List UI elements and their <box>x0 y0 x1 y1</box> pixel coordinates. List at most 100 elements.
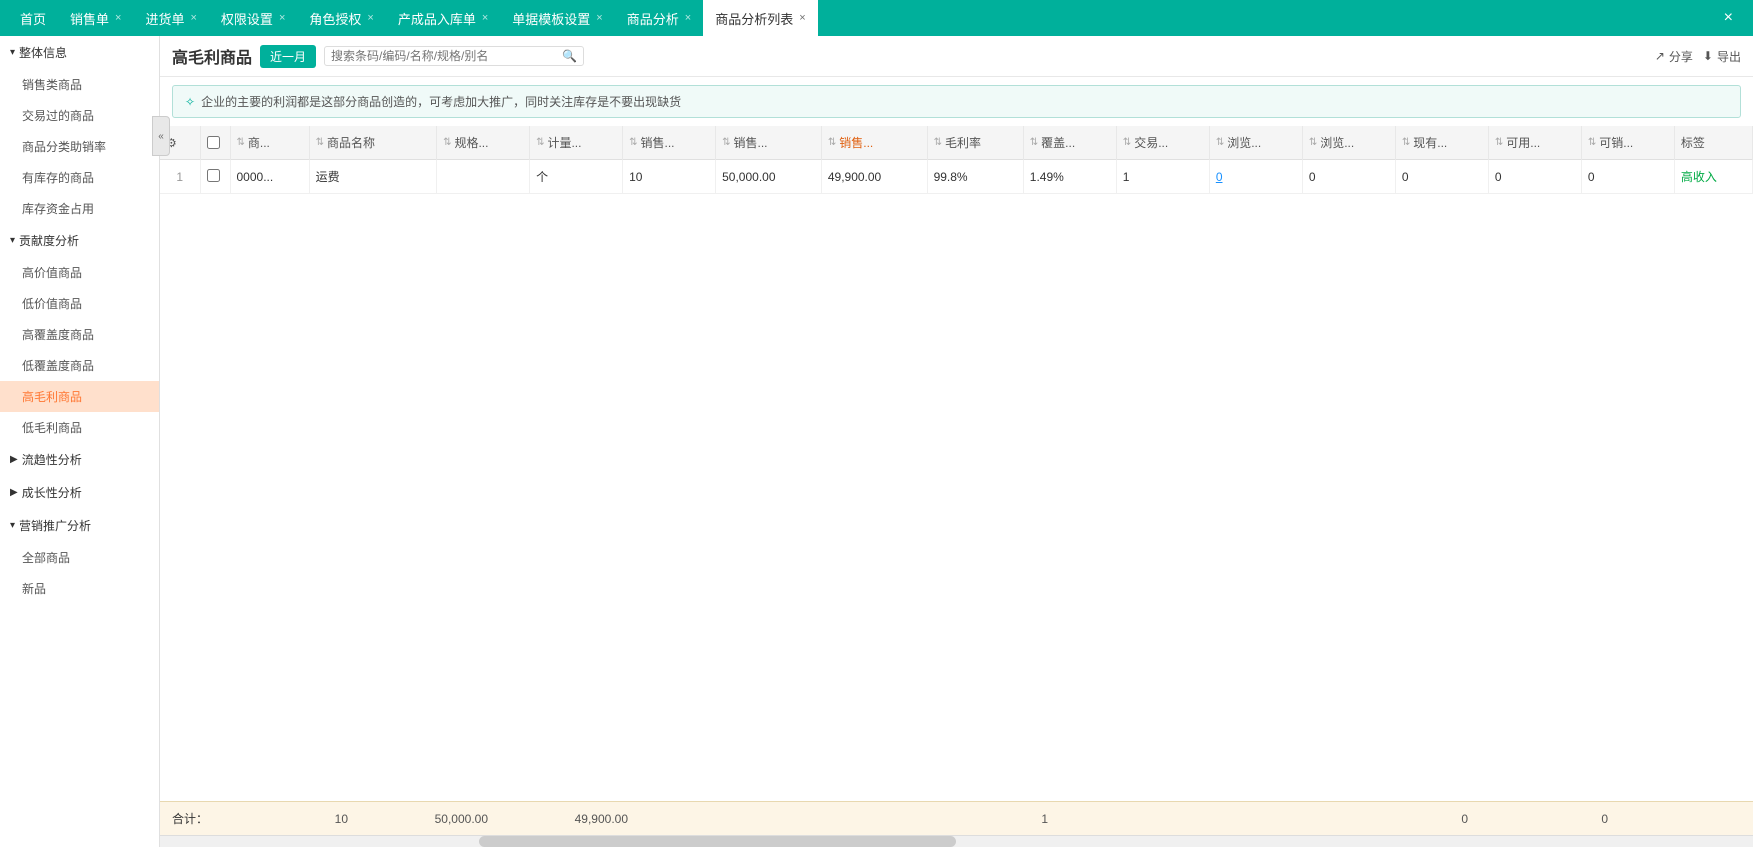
close-sales-tab[interactable]: × <box>115 12 121 24</box>
th-code-sort-icon: ⇅ <box>237 137 245 148</box>
share-icon: ↗ <box>1655 49 1665 63</box>
row-gross-margin: 99.8% <box>927 160 1023 194</box>
nav-roles[interactable]: 角色授权 × <box>297 0 385 36</box>
nav-purchase[interactable]: 进货单 × <box>133 0 208 36</box>
sidebar-item-low-coverage[interactable]: 低覆盖度商品 <box>0 350 159 381</box>
nav-product-analysis[interactable]: 商品分析 × <box>615 0 703 36</box>
sidebar-item-category-rate[interactable]: 商品分类助销率 <box>0 131 159 162</box>
footer-available: 0 <box>1528 812 1608 826</box>
select-all-checkbox[interactable] <box>207 136 220 149</box>
sidebar-item-all-goods[interactable]: 全部商品 <box>0 542 159 573</box>
sidebar-collapse-button[interactable]: « <box>152 116 170 156</box>
sidebar-item-sales-goods[interactable]: 销售类商品 <box>0 69 159 100</box>
th-sales1-sort-icon: ⇅ <box>629 137 637 148</box>
th-sales2[interactable]: ⇅ 销售... <box>716 126 822 160</box>
th-spec-sort-icon: ⇅ <box>443 137 451 148</box>
content-area: 高毛利商品 近一月 🔍 ↗ 分享 ⬇ 导出 <box>160 36 1753 847</box>
th-browse1[interactable]: ⇅ 浏览... <box>1209 126 1302 160</box>
th-name[interactable]: ⇅ 商品名称 <box>309 126 436 160</box>
th-available[interactable]: ⇅ 可用... <box>1488 126 1581 160</box>
page-title: 高毛利商品 <box>172 44 252 68</box>
search-input[interactable] <box>331 49 562 63</box>
sidebar-item-high-value[interactable]: 高价值商品 <box>0 257 159 288</box>
sidebar-group-marketing[interactable]: ▾ 营销推广分析 <box>0 509 159 542</box>
th-gross-margin[interactable]: ⇅ 毛利率 <box>927 126 1023 160</box>
th-sales3-sort-icon: ⇅ <box>828 137 836 148</box>
sidebar-group-contribution[interactable]: ▾ 贡献度分析 <box>0 224 159 257</box>
th-sell-sort-icon: ⇅ <box>1588 137 1596 148</box>
sidebar-group-trend[interactable]: ▶ 流趋性分析 <box>0 443 159 476</box>
th-sales2-sort-icon: ⇅ <box>722 137 730 148</box>
bottom-scrollbar[interactable] <box>160 835 1753 847</box>
close-purchase-tab[interactable]: × <box>190 12 196 24</box>
th-browse2[interactable]: ⇅ 浏览... <box>1302 126 1395 160</box>
row-browse1[interactable]: 0 <box>1209 160 1302 194</box>
th-coverage[interactable]: ⇅ 覆盖... <box>1023 126 1116 160</box>
sidebar-item-inventory-fund[interactable]: 库存资金占用 <box>0 193 159 224</box>
share-button[interactable]: ↗ 分享 <box>1655 48 1693 65</box>
nav-home[interactable]: 首页 <box>8 0 58 36</box>
row-sales2: 50,000.00 <box>716 160 822 194</box>
data-table-wrapper[interactable]: ⚙ ⇅ 商... <box>160 126 1753 801</box>
sidebar-item-high-coverage[interactable]: 高覆盖度商品 <box>0 319 159 350</box>
table-header-row: ⚙ ⇅ 商... <box>160 126 1753 160</box>
th-transactions[interactable]: ⇅ 交易... <box>1116 126 1209 160</box>
export-button[interactable]: ⬇ 导出 <box>1703 48 1741 65</box>
nav-product-inbound[interactable]: 产成品入库单 × <box>386 0 500 36</box>
sidebar-group-growth[interactable]: ▶ 成长性分析 <box>0 476 159 509</box>
th-name-sort-icon: ⇅ <box>316 137 324 148</box>
th-current[interactable]: ⇅ 现有... <box>1395 126 1488 160</box>
close-window-button[interactable]: × <box>1712 9 1745 27</box>
period-button[interactable]: 近一月 <box>260 45 316 68</box>
search-box: 🔍 <box>324 46 584 66</box>
row-select-checkbox[interactable] <box>207 169 220 182</box>
top-navigation: 首页 销售单 × 进货单 × 权限设置 × 角色授权 × 产成品入库单 × 单据… <box>0 0 1753 36</box>
nav-template-settings[interactable]: 单据模板设置 × <box>500 0 614 36</box>
nav-product-analysis-list[interactable]: 商品分析列表 × <box>703 0 817 36</box>
sidebar-group-overall[interactable]: ▾ 整体信息 <box>0 36 159 69</box>
sidebar-item-high-margin[interactable]: 高毛利商品 <box>0 381 159 412</box>
header-actions: ↗ 分享 ⬇ 导出 <box>1655 48 1741 65</box>
collapse-arrow-overall: ▾ <box>10 47 15 58</box>
sidebar-item-new-goods[interactable]: 新品 <box>0 573 159 604</box>
collapse-arrow-growth: ▶ <box>10 487 18 498</box>
th-sales3[interactable]: ⇅ 销售... <box>821 126 927 160</box>
sidebar-item-traded-goods[interactable]: 交易过的商品 <box>0 100 159 131</box>
collapse-arrow-contribution: ▾ <box>10 235 15 246</box>
data-table: ⚙ ⇅ 商... <box>160 126 1753 194</box>
scrollbar-thumb[interactable] <box>479 836 957 847</box>
th-spec[interactable]: ⇅ 规格... <box>437 126 530 160</box>
row-unit: 个 <box>530 160 623 194</box>
browse1-link[interactable]: 0 <box>1216 170 1223 184</box>
sidebar-item-in-stock[interactable]: 有库存的商品 <box>0 162 159 193</box>
row-checkbox[interactable] <box>200 160 230 194</box>
close-product-inbound-tab[interactable]: × <box>482 12 488 24</box>
th-gm-sort-icon: ⇅ <box>934 137 942 148</box>
footer-transactions: 1 <box>968 812 1048 826</box>
row-sellable: 0 <box>1581 160 1674 194</box>
th-code[interactable]: ⇅ 商... <box>230 126 309 160</box>
sidebar-item-low-value[interactable]: 低价值商品 <box>0 288 159 319</box>
sidebar-item-low-margin[interactable]: 低毛利商品 <box>0 412 159 443</box>
info-banner: ✧ 企业的主要的利润都是这部分商品创造的，可考虑加大推广，同时关注库存是不要出现… <box>172 85 1741 118</box>
th-sales1[interactable]: ⇅ 销售... <box>623 126 716 160</box>
th-curr-sort-icon: ⇅ <box>1402 137 1410 148</box>
nav-sales[interactable]: 销售单 × <box>58 0 133 36</box>
row-code: 0000... <box>230 160 309 194</box>
close-analysis-list-tab[interactable]: × <box>799 12 805 24</box>
collapse-arrow-marketing: ▾ <box>10 520 15 531</box>
close-analysis-tab[interactable]: × <box>685 12 691 24</box>
th-sellable[interactable]: ⇅ 可销... <box>1581 126 1674 160</box>
close-template-tab[interactable]: × <box>596 12 602 24</box>
nav-permissions[interactable]: 权限设置 × <box>209 0 297 36</box>
tag-badge: 高收入 <box>1681 170 1717 184</box>
close-permissions-tab[interactable]: × <box>279 12 285 24</box>
close-roles-tab[interactable]: × <box>367 12 373 24</box>
search-icon[interactable]: 🔍 <box>562 49 577 63</box>
row-available: 0 <box>1488 160 1581 194</box>
th-trans-sort-icon: ⇅ <box>1123 137 1131 148</box>
th-avail-sort-icon: ⇅ <box>1495 137 1503 148</box>
th-unit[interactable]: ⇅ 计量... <box>530 126 623 160</box>
collapse-arrow-trend: ▶ <box>10 454 18 465</box>
sidebar: ▾ 整体信息 销售类商品 交易过的商品 商品分类助销率 有库存的商品 库存资金占… <box>0 36 160 847</box>
